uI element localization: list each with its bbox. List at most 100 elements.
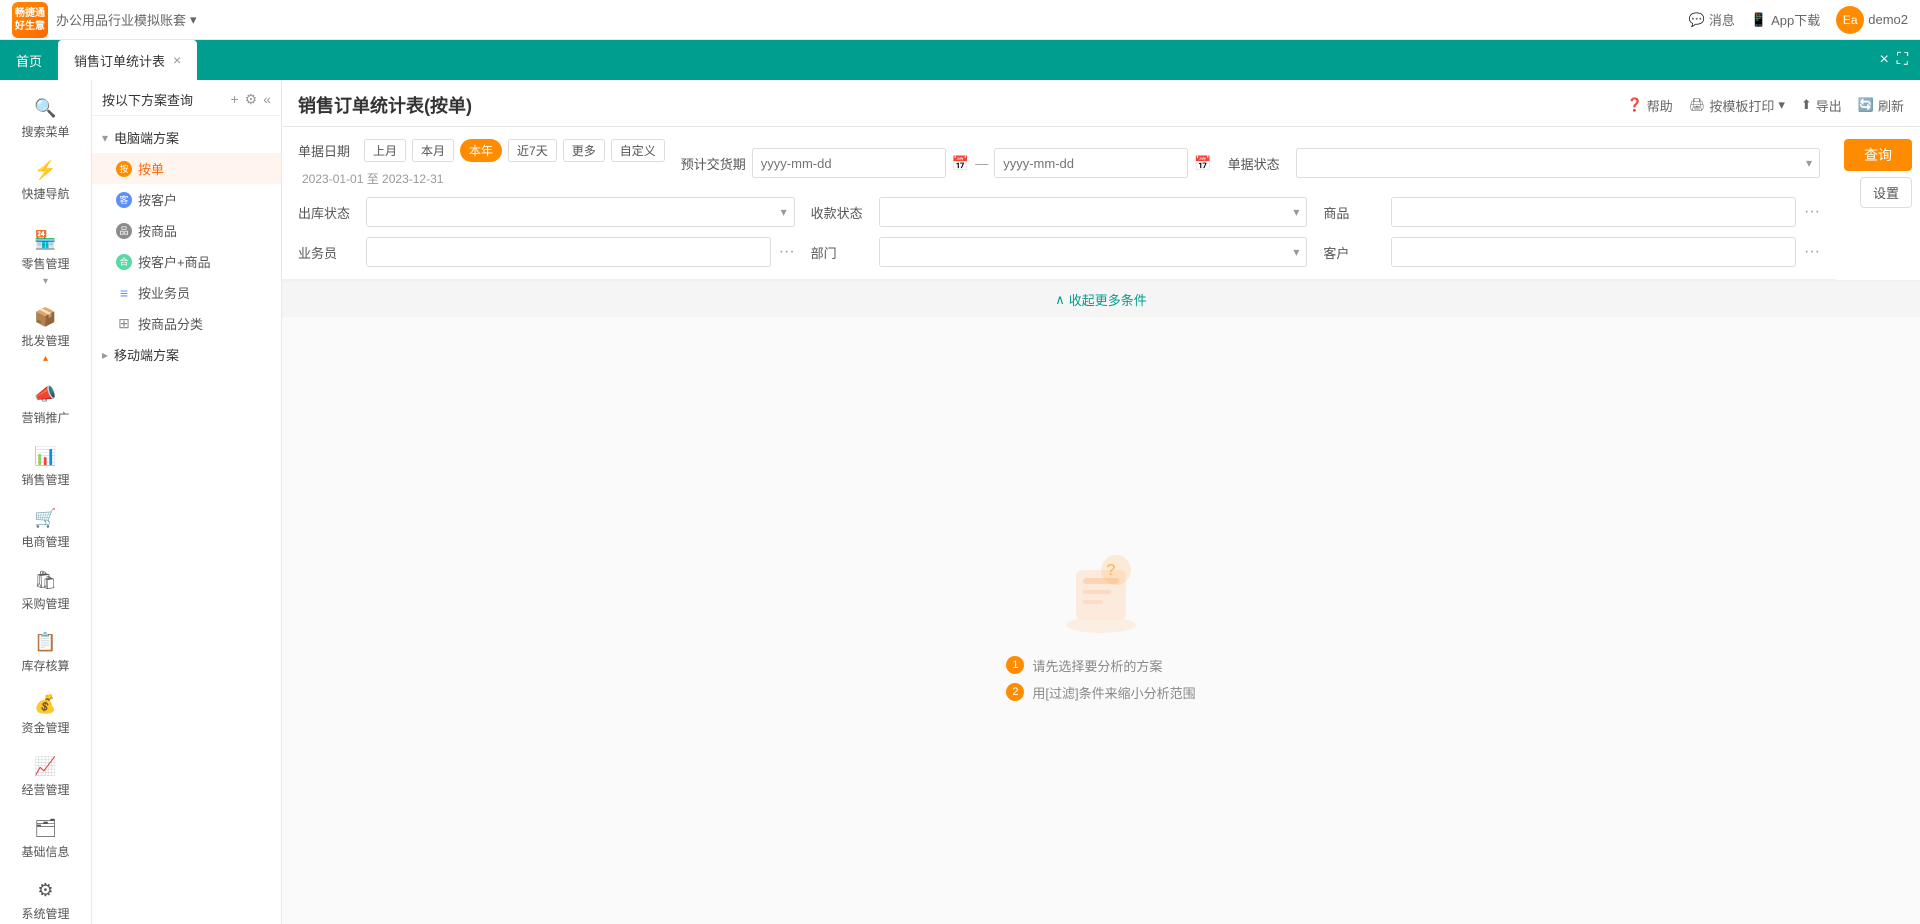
system-icon: ⚙ <box>37 880 53 901</box>
by-category-label: 按商品分类 <box>138 314 203 333</box>
collapse-panel-button[interactable]: « <box>263 91 271 108</box>
expected-date-end-input[interactable] <box>994 148 1188 178</box>
empty-step-2: 2 用[过滤]条件来缩小分析范围 <box>1006 683 1195 702</box>
by-customer-product-label: 按客户+商品 <box>138 252 211 271</box>
query-button[interactable]: 查询 <box>1844 139 1912 171</box>
help-button[interactable]: ❓ 帮助 <box>1627 96 1673 115</box>
left-panel-actions: + ⚙ « <box>230 91 271 108</box>
help-icon: ❓ <box>1627 97 1643 113</box>
customer-filter-label: 客户 <box>1323 243 1383 262</box>
sidebar-item-search[interactable]: 🔍 搜索菜单 <box>0 88 91 150</box>
product-filter-input[interactable] <box>1391 197 1796 227</box>
app-download-button[interactable]: 📱 App下载 <box>1751 10 1820 29</box>
expected-date-label: 预计交货期 <box>681 154 746 173</box>
date-btn-this-year[interactable]: 本年 <box>460 139 502 162</box>
customer-filter-input[interactable] <box>1391 237 1796 267</box>
delivery-status-select[interactable] <box>366 197 795 227</box>
tree-item-by-category[interactable]: ⊞ 按商品分类 <box>92 308 281 339</box>
delivery-status-group: 出库状态 ▾ <box>298 197 795 227</box>
app-logo: 畅捷通 好生意 <box>12 2 48 38</box>
tree-group-pc-header[interactable]: ▾ 电脑端方案 <box>92 122 281 153</box>
tree-item-by-customer[interactable]: 客 按客户 <box>92 184 281 215</box>
tree-group-arrow-icon: ▾ <box>102 131 108 145</box>
tree-group-pc-label: 电脑端方案 <box>114 128 179 147</box>
sidebar-item-basic[interactable]: 🗂 基础信息 <box>0 808 91 870</box>
step-1-number: 1 <box>1006 656 1024 674</box>
settings-scheme-button[interactable]: ⚙ <box>245 91 258 108</box>
order-status-select[interactable] <box>1296 148 1820 178</box>
by-customer-product-icon: 合 <box>116 254 132 270</box>
date-btn-this-month[interactable]: 本月 <box>412 139 454 162</box>
date-btn-more[interactable]: 更多 <box>563 139 605 162</box>
sidebar-item-marketing[interactable]: 📣 营销推广 <box>0 374 91 436</box>
sidebar-item-quicknav[interactable]: ⚡ 快捷导航 <box>0 150 91 212</box>
receipt-status-select[interactable] <box>879 197 1308 227</box>
customer-more-icon[interactable]: ··· <box>1804 243 1820 261</box>
tab-home[interactable]: 首页 <box>0 40 58 80</box>
svg-text:?: ? <box>1107 562 1116 579</box>
order-status-label: 单据状态 <box>1228 154 1288 173</box>
collapse-bar[interactable]: ∧ 收起更多条件 <box>282 281 1920 317</box>
tree-item-by-order[interactable]: 按 按单 <box>92 153 281 184</box>
expected-date-group: 预计交货期 📅 — 📅 <box>681 148 1212 178</box>
empty-steps: 1 请先选择要分析的方案 2 用[过滤]条件来缩小分析范围 <box>1006 656 1195 702</box>
tab-close-icon[interactable]: × <box>173 52 181 68</box>
salesperson-filter-input[interactable] <box>366 237 771 267</box>
tree-item-by-salesperson[interactable]: ≡ 按业务员 <box>92 277 281 308</box>
date-filter-label: 单据日期 <box>298 141 358 160</box>
app-title: 办公用品行业模拟账套 <box>56 10 186 29</box>
sidebar-item-finance[interactable]: 💰 资金管理 <box>0 684 91 746</box>
calendar-start-icon[interactable]: 📅 <box>952 155 969 172</box>
sidebar-item-retail[interactable]: 🏪 零售管理 ▾ <box>0 220 91 297</box>
tree-group-mobile-header[interactable]: ▸ 移动端方案 <box>92 339 281 370</box>
sidebar-item-operations[interactable]: 📈 经营管理 <box>0 746 91 808</box>
date-btn-last-month[interactable]: 上月 <box>364 139 406 162</box>
add-scheme-button[interactable]: + <box>230 91 238 108</box>
app-title-dropdown-icon: ▾ <box>190 12 197 28</box>
left-panel-title: 按以下方案查询 <box>102 90 193 109</box>
sidebar-item-system[interactable]: ⚙ 系统管理 <box>0 870 91 924</box>
sidebar-item-ecommerce[interactable]: 🛒 电商管理 <box>0 498 91 560</box>
app-title-dropdown[interactable]: 办公用品行业模拟账套 ▾ <box>56 10 197 29</box>
salesperson-more-icon[interactable]: ··· <box>779 243 795 261</box>
filter-row-1: 单据日期 上月 本月 本年 近7天 更多 自定义 2023-01-01 至 20… <box>298 139 1820 187</box>
top-bar-right: 💬 消息 📱 App下载 Ea demo2 <box>1689 6 1908 34</box>
date-dash: — <box>975 156 988 171</box>
message-button[interactable]: 💬 消息 <box>1689 10 1735 29</box>
settings-button[interactable]: 设置 <box>1860 177 1912 208</box>
sidebar-item-wholesale[interactable]: 📦 批发管理 ▴ <box>0 297 91 374</box>
product-more-icon[interactable]: ··· <box>1804 203 1820 221</box>
sidebar-item-inventory[interactable]: 📋 库存核算 <box>0 622 91 684</box>
tree-item-by-customer-product[interactable]: 合 按客户+商品 <box>92 246 281 277</box>
content-area: 销售订单统计表(按单) ❓ 帮助 🖨 按模板打印 ▾ ⬆ 导出 🔄 刷新 <box>282 80 1920 924</box>
window-close-button[interactable]: × <box>1879 51 1888 69</box>
refresh-icon: 🔄 <box>1858 97 1874 113</box>
user-avatar[interactable]: Ea demo2 <box>1836 6 1908 34</box>
main-layout: 🔍 搜索菜单 ⚡ 快捷导航 🏪 零售管理 ▾ 📦 批发管理 ▴ 📣 营销推广 📊… <box>0 80 1920 924</box>
content-header: 销售订单统计表(按单) ❓ 帮助 🖨 按模板打印 ▾ ⬆ 导出 🔄 刷新 <box>282 80 1920 127</box>
tab-sales-order[interactable]: 销售订单统计表 × <box>58 40 197 80</box>
department-select[interactable] <box>879 237 1308 267</box>
tree-item-by-product[interactable]: 品 按商品 <box>92 215 281 246</box>
date-btn-last7days[interactable]: 近7天 <box>508 139 557 162</box>
by-product-label: 按商品 <box>138 221 177 240</box>
expected-date-start-input[interactable] <box>752 148 946 178</box>
template-print-button[interactable]: 🖨 按模板打印 ▾ <box>1689 96 1785 115</box>
date-btn-custom[interactable]: 自定义 <box>611 139 665 162</box>
window-max-button[interactable]: ⛶ <box>1897 51 1908 69</box>
sidebar-item-sales[interactable]: 📊 销售管理 <box>0 436 91 498</box>
calendar-end-icon[interactable]: 📅 <box>1194 155 1211 172</box>
product-filter-label: 商品 <box>1323 203 1383 222</box>
print-arrow-icon: ▾ <box>1778 97 1785 113</box>
delivery-status-select-wrapper: ▾ <box>366 197 795 227</box>
inventory-icon: 📋 <box>34 632 56 653</box>
by-customer-icon: 客 <box>116 192 132 208</box>
export-button[interactable]: ⬆ 导出 <box>1801 96 1842 115</box>
export-icon: ⬆ <box>1801 97 1812 113</box>
delivery-status-label: 出库状态 <box>298 203 358 222</box>
wholesale-arrow: ▴ <box>43 353 48 364</box>
top-bar: 畅捷通 好生意 办公用品行业模拟账套 ▾ 💬 消息 📱 App下载 Ea dem… <box>0 0 1920 40</box>
sidebar-item-purchase[interactable]: 🛍 采购管理 <box>0 560 91 622</box>
empty-illustration: ? <box>1051 540 1151 640</box>
refresh-button[interactable]: 🔄 刷新 <box>1858 96 1904 115</box>
